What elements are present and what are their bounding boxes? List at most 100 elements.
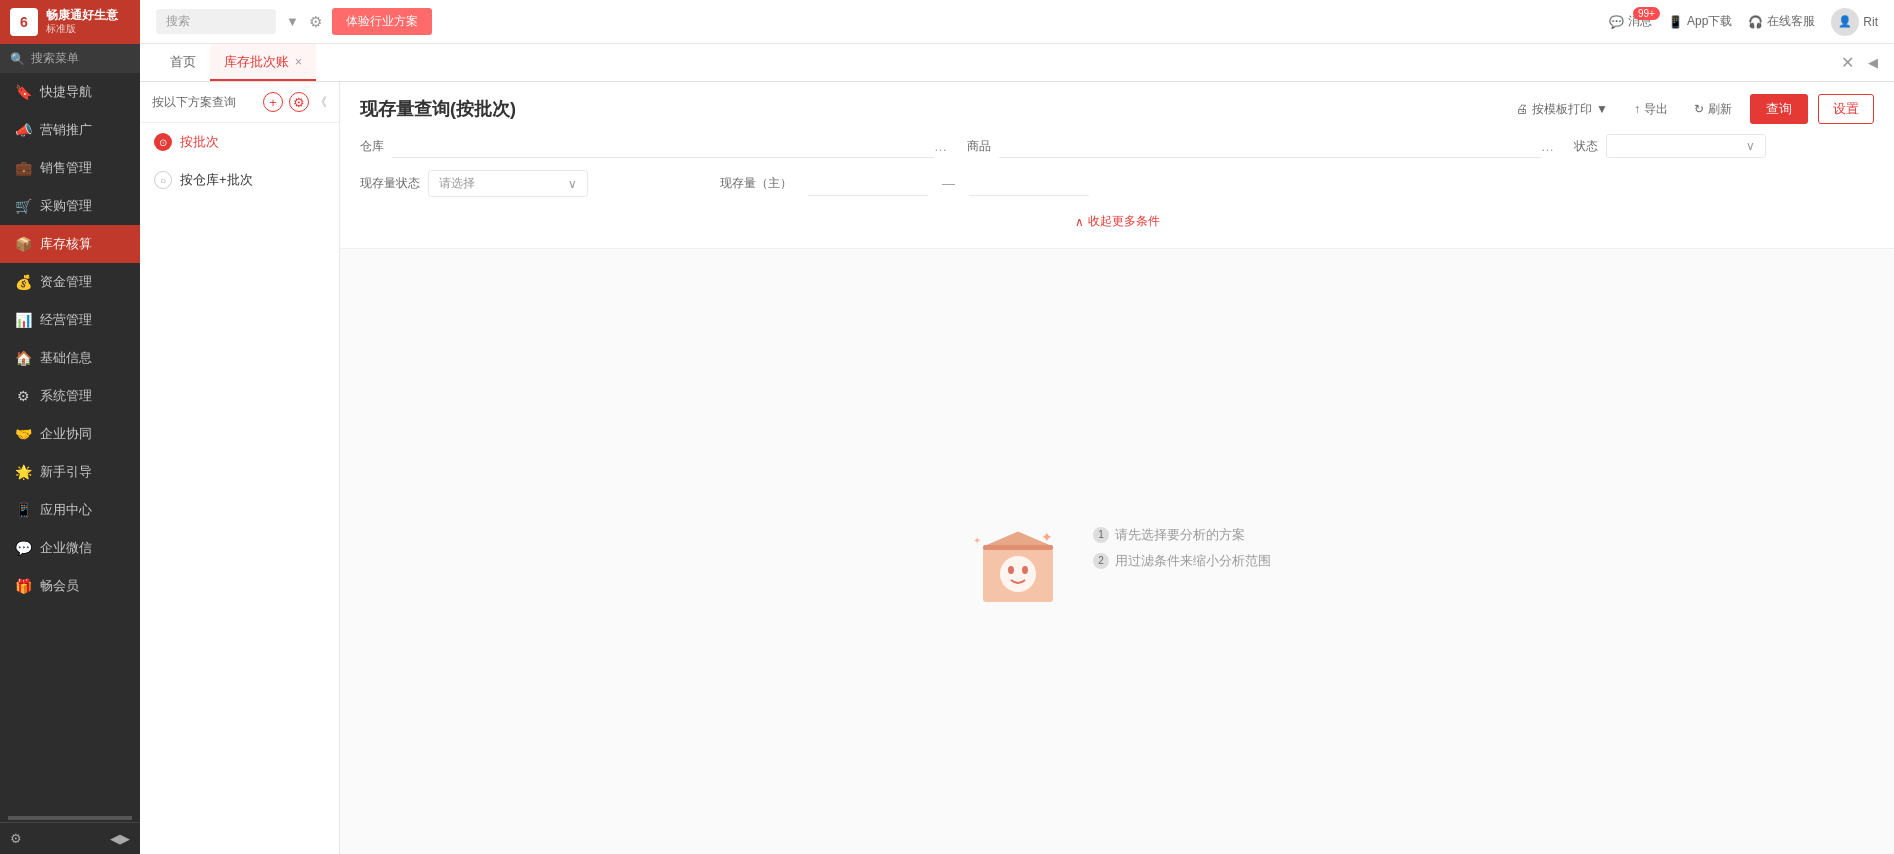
- collapse-more-btn[interactable]: ∧ 收起更多条件: [360, 209, 1874, 234]
- sidebar-item-label: 营销推广: [40, 121, 92, 139]
- content-area: 按以下方案查询 + ⚙ 《 ⊙ 按批次 ○ 按仓库+批次: [140, 82, 1894, 854]
- sidebar-item-enterprise[interactable]: 🤝 企业协同: [0, 415, 140, 453]
- sidebar-item-wechat[interactable]: 💬 企业微信: [0, 529, 140, 567]
- app-logo: 6: [10, 8, 38, 36]
- sidebar-item-inventory[interactable]: 📦 库存核算: [0, 225, 140, 263]
- empty-illustration: ✦ ✦: [963, 502, 1063, 602]
- online-service-label: 在线客服: [1767, 13, 1815, 30]
- panel-close-icon[interactable]: ✕: [1835, 51, 1860, 74]
- warehouse-input[interactable]: [392, 134, 934, 158]
- goods-input[interactable]: [999, 134, 1541, 158]
- page-title-row: 现存量查询(按批次) 🖨 按模板打印 ▼ ↑ 导出 ↻: [360, 94, 1874, 124]
- tab-close-icon[interactable]: ×: [295, 55, 302, 69]
- refresh-btn[interactable]: ↻ 刷新: [1686, 97, 1740, 122]
- inventory-qty-max[interactable]: [969, 172, 1089, 196]
- inventory-qty-min[interactable]: [808, 172, 928, 196]
- inventory-icon: 📦: [14, 235, 32, 253]
- sidebar-item-sales[interactable]: 💼 销售管理: [0, 149, 140, 187]
- online-service-btn[interactable]: 🎧 在线客服: [1748, 13, 1815, 30]
- sparkle-icon: ✦: [1041, 529, 1053, 545]
- sidebar-item-system[interactable]: ⚙ 系统管理: [0, 377, 140, 415]
- sidebar-item-basics[interactable]: 🏠 基础信息: [0, 339, 140, 377]
- sidebar-item-app[interactable]: 📱 应用中心: [0, 491, 140, 529]
- goods-more[interactable]: …: [1541, 139, 1554, 154]
- collapse-footer-icon[interactable]: ◀▶: [110, 831, 130, 846]
- sidebar-search[interactable]: 🔍 搜索菜单: [0, 44, 140, 73]
- collapse-icon: ∧: [1075, 215, 1084, 229]
- empty-state: ✦ ✦ 1 请先选择要分析的方案 2 用过滤条件来缩小分析范围: [340, 249, 1894, 854]
- panel-expand-icon[interactable]: ◀: [1868, 55, 1878, 70]
- box-divider: [983, 545, 1053, 550]
- sidebar-nav: 🔖 快捷导航 📣 营销推广 💼 销售管理 🛒 采购管理 📦 库存核算 💰 资金管…: [0, 73, 140, 814]
- left-panel-header: 按以下方案查询 + ⚙ 《: [140, 82, 339, 123]
- main-content: 搜索 ▼ ⚙ 体验行业方案 💬 消息 99+ 📱 App下载 🎧 在线客服 👤 …: [140, 0, 1894, 854]
- inventory-status-select[interactable]: 请选择 ∨: [428, 170, 588, 197]
- sparkle2-icon: ✦: [973, 535, 981, 546]
- collapse-label: 收起更多条件: [1088, 213, 1160, 230]
- inventory-status-label: 现存量状态: [360, 175, 420, 192]
- sidebar-item-guide[interactable]: 🌟 新手引导: [0, 453, 140, 491]
- sidebar-item-label: 销售管理: [40, 159, 92, 177]
- collapse-panel-btn[interactable]: 《: [315, 94, 327, 111]
- sidebar-item-purchase[interactable]: 🛒 采购管理: [0, 187, 140, 225]
- topbar: 搜索 ▼ ⚙ 体验行业方案 💬 消息 99+ 📱 App下载 🎧 在线客服 👤 …: [140, 0, 1894, 44]
- print-label: 按模板打印: [1532, 101, 1592, 118]
- app-download-label: App下载: [1687, 13, 1732, 30]
- qty-dash: —: [942, 176, 955, 191]
- sales-icon: 💼: [14, 159, 32, 177]
- scheme-item-warehouse-batch[interactable]: ○ 按仓库+批次: [140, 161, 339, 199]
- hint-1: 1 请先选择要分析的方案: [1093, 526, 1271, 544]
- tabbar: 首页 库存批次账 × ✕ ◀: [140, 44, 1894, 82]
- tab-home[interactable]: 首页: [156, 44, 210, 81]
- messages-btn[interactable]: 💬 消息 99+: [1609, 13, 1652, 30]
- experience-btn[interactable]: 体验行业方案: [332, 8, 432, 35]
- add-scheme-btn[interactable]: +: [263, 92, 283, 112]
- scheme-batch-label: 按批次: [180, 133, 219, 151]
- scheme-settings-btn[interactable]: ⚙: [289, 92, 309, 112]
- company-name: 畅康通好生意: [46, 8, 118, 22]
- avatar: 👤: [1831, 8, 1859, 36]
- status-select[interactable]: ∨: [1606, 134, 1766, 158]
- export-btn[interactable]: ↑ 导出: [1626, 97, 1676, 122]
- tab-inventory-batch-label: 库存批次账: [224, 53, 289, 71]
- sidebar-item-label: 畅会员: [40, 577, 79, 595]
- sidebar-item-finance[interactable]: 💰 资金管理: [0, 263, 140, 301]
- settings-config-btn[interactable]: 设置: [1818, 94, 1874, 124]
- user-menu[interactable]: 👤 Rit: [1831, 8, 1878, 36]
- wechat-icon: 💬: [14, 539, 32, 557]
- topbar-search[interactable]: 搜索: [156, 9, 276, 34]
- empty-hints: 1 请先选择要分析的方案 2 用过滤条件来缩小分析范围: [1093, 526, 1271, 578]
- tab-inventory-batch[interactable]: 库存批次账 ×: [210, 44, 316, 81]
- app-title-area: 畅康通好生意 标准版: [46, 8, 118, 36]
- sidebar-item-members[interactable]: 🎁 畅会员: [0, 567, 140, 605]
- app-download-btn[interactable]: 📱 App下载: [1668, 13, 1732, 30]
- scheme-item-batch[interactable]: ⊙ 按批次: [140, 123, 339, 161]
- phone-icon: 📱: [1668, 15, 1683, 29]
- settings-icon[interactable]: ⚙: [309, 13, 322, 31]
- sidebar-item-operations[interactable]: 📊 经营管理: [0, 301, 140, 339]
- dropdown-arrow-icon[interactable]: ▼: [286, 14, 299, 29]
- finance-icon: 💰: [14, 273, 32, 291]
- sidebar: 6 畅康通好生意 标准版 🔍 搜索菜单 🔖 快捷导航 📣 营销推广 💼 销售管理…: [0, 0, 140, 854]
- scheme-wh-batch-label: 按仓库+批次: [180, 171, 253, 189]
- export-label: 导出: [1644, 101, 1668, 118]
- sidebar-item-label: 快捷导航: [40, 83, 92, 101]
- sidebar-header: 6 畅康通好生意 标准版: [0, 0, 140, 44]
- print-btn[interactable]: 🖨 按模板打印 ▼: [1508, 97, 1616, 122]
- warehouse-more[interactable]: …: [934, 139, 947, 154]
- hint-2-num: 2: [1093, 553, 1109, 569]
- app-icon: 📱: [14, 501, 32, 519]
- filter-goods: 商品 …: [967, 134, 1554, 158]
- left-eye: [1008, 566, 1014, 574]
- query-btn[interactable]: 查询: [1750, 94, 1808, 124]
- user-name: Rit: [1863, 15, 1878, 29]
- sidebar-item-label: 资金管理: [40, 273, 92, 291]
- topbar-left: 搜索 ▼ ⚙ 体验行业方案: [156, 8, 432, 35]
- guide-icon: 🌟: [14, 463, 32, 481]
- inventory-qty-label: 现存量（主）: [720, 175, 792, 192]
- settings-footer-icon[interactable]: ⚙: [10, 831, 22, 846]
- sidebar-item-marketing[interactable]: 📣 营销推广: [0, 111, 140, 149]
- filter-warehouse: 仓库 …: [360, 134, 947, 158]
- filter-area: 仓库 … 商品 … 状态 ∨: [360, 134, 1874, 240]
- sidebar-item-shortcut[interactable]: 🔖 快捷导航: [0, 73, 140, 111]
